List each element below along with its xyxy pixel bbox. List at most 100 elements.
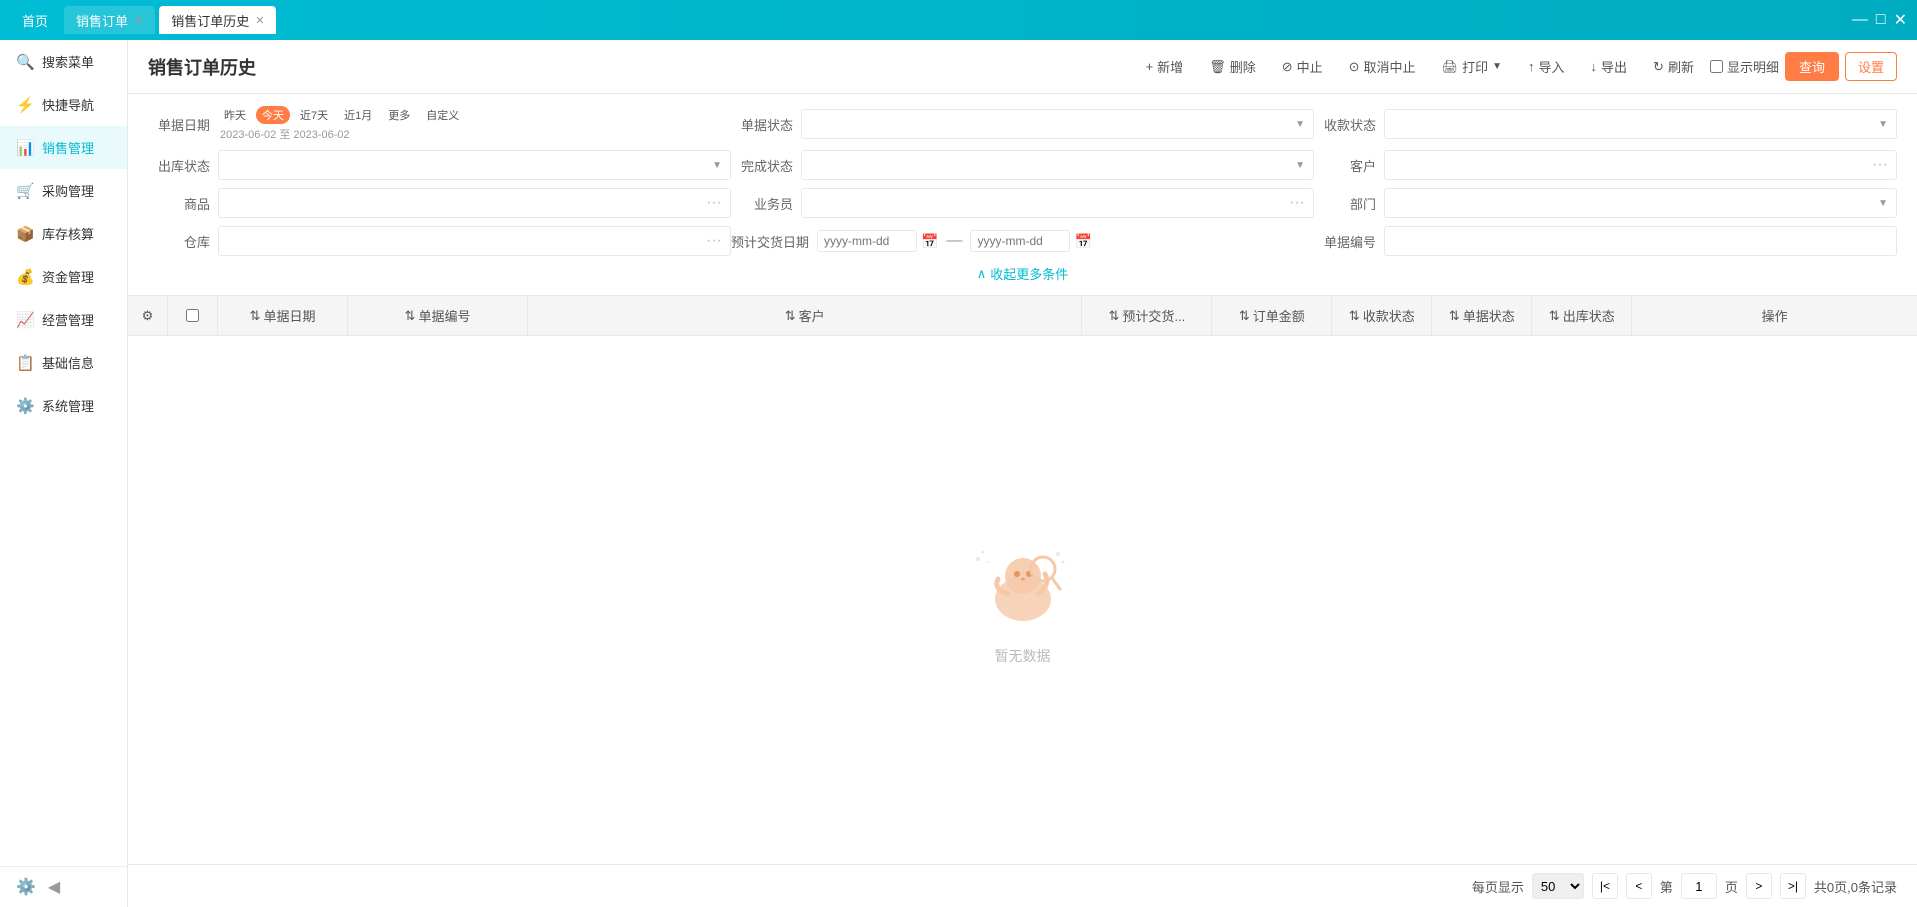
refresh-button[interactable]: ↻ 刷新 [1643,52,1704,81]
th-stock-status: ⇅ 出库状态 [1532,296,1632,335]
sidebar-bottom: ⚙️ ◀ [0,866,127,907]
print-icon: 🖨 [1442,59,1459,75]
first-page-button[interactable]: |< [1592,873,1618,899]
filter-item-stock: 出库状态 ▼ [148,150,731,180]
tab-sales-order[interactable]: 销售订单 ✕ [64,6,155,34]
sort-delivery-icon[interactable]: ⇅ [1108,308,1119,324]
date-option-more[interactable]: 更多 [382,106,416,124]
sidebar: 🔍 搜索菜单 ⚡ 快捷导航 📊 销售管理 🛒 采购管理 📦 库存核算 💰 资金管… [0,40,128,907]
date-option-custom[interactable]: 自定义 [420,106,465,124]
filter-row-1: 单据日期 昨天 今天 近7天 近1月 更多 自定义 2023-06-02 至 2… [148,106,1897,142]
complete-status-select[interactable]: ▼ [801,150,1314,180]
sidebar-item-system[interactable]: ⚙️ 系统管理 [0,384,127,427]
empty-illustration [963,534,1083,634]
bill-no-input[interactable] [1384,226,1897,256]
window-close-icon[interactable]: ✕ [1894,10,1907,30]
page-label-suffix: 页 [1725,877,1738,896]
goods-dots-icon: ··· [706,194,722,212]
delete-button[interactable]: 🗑 删除 [1199,52,1266,81]
sort-payment-icon[interactable]: ⇅ [1349,308,1360,324]
print-button[interactable]: 🖨 打印 ▼ [1432,52,1512,81]
customer-input[interactable]: ··· [1384,150,1897,180]
th-bill-status: ⇅ 单据状态 [1432,296,1532,335]
sidebar-item-sales[interactable]: 📊 销售管理 [0,126,127,169]
sort-stock-icon[interactable]: ⇅ [1549,308,1560,324]
filter-row-2: 出库状态 ▼ 完成状态 ▼ 客户 ··· [148,150,1897,180]
add-button[interactable]: + 新增 [1136,52,1194,81]
sidebar-item-inventory[interactable]: 📦 库存核算 [0,212,127,255]
sort-status-icon[interactable]: ⇅ [1449,308,1460,324]
filter-area: 单据日期 昨天 今天 近7天 近1月 更多 自定义 2023-06-02 至 2… [128,94,1917,296]
date-option-yesterday[interactable]: 昨天 [218,106,252,124]
table-area: ⚙ ⇅ 单据日期 ⇅ 单据编号 ⇅ 客户 ⇅ [128,296,1917,864]
sidebar-item-search-menu[interactable]: 🔍 搜索菜单 [0,40,127,83]
sales-icon: 📊 [16,139,34,157]
stock-out-label: 出库状态 [148,156,218,175]
th-payment-status: ⇅ 收款状态 [1332,296,1432,335]
delivery-date-end-input[interactable] [970,230,1070,252]
close-sales-order-tab[interactable]: ✕ [134,14,143,27]
filter-item-customer: 客户 ··· [1314,150,1897,180]
next-page-button[interactable]: > [1746,873,1772,899]
sort-amount-icon[interactable]: ⇅ [1239,308,1250,324]
department-select[interactable]: ▼ [1384,188,1897,218]
bill-no-label: 单据编号 [1314,232,1384,251]
window-minimize-icon[interactable]: — [1852,11,1868,29]
filter-row-3: 商品 ··· 业务员 ··· 部门 ▼ [148,188,1897,218]
th-settings[interactable]: ⚙ [128,296,168,335]
refresh-icon: ↻ [1653,59,1664,75]
sort-date-icon[interactable]: ⇅ [250,308,261,324]
show-detail-checkbox[interactable] [1710,60,1723,73]
date-option-today[interactable]: 今天 [256,106,290,124]
delivery-date-start-input[interactable] [817,230,917,252]
page-title: 销售订单历史 [148,54,256,80]
date-option-1month[interactable]: 近1月 [338,106,378,124]
filter-item-warehouse: 仓库 ··· [148,226,731,256]
import-button[interactable]: ↑ 导入 [1518,52,1575,81]
per-page-select[interactable]: 50 100 200 [1532,873,1584,899]
goods-input[interactable]: ··· [218,188,731,218]
import-icon: ↑ [1528,59,1535,74]
operations-icon: 📈 [16,311,34,329]
sidebar-item-quick-nav[interactable]: ⚡ 快捷导航 [0,83,127,126]
sidebar-item-purchase[interactable]: 🛒 采购管理 [0,169,127,212]
close-history-tab[interactable]: ✕ [255,14,264,27]
collapse-row[interactable]: ∧ 收起更多条件 [148,264,1897,283]
page-label-prefix: 第 [1660,877,1673,896]
sidebar-item-base-info[interactable]: 📋 基础信息 [0,341,127,384]
filter-item-goods: 商品 ··· [148,188,731,218]
tab-home[interactable]: 首页 [10,6,60,34]
table-settings-icon[interactable]: ⚙ [142,308,154,324]
prev-page-button[interactable]: < [1626,873,1652,899]
salesman-label: 业务员 [731,194,801,213]
page-input[interactable] [1681,873,1717,899]
calendar-end-icon: 📅 [1074,233,1091,250]
query-button[interactable]: 查询 [1785,52,1839,81]
bill-status-select[interactable]: ▼ [801,109,1314,139]
tab-sales-order-history[interactable]: 销售订单历史 ✕ [159,6,276,34]
window-maximize-icon[interactable]: □ [1876,11,1886,29]
sidebar-settings-icon[interactable]: ⚙️ [16,877,36,897]
payment-status-select[interactable]: ▼ [1384,109,1897,139]
last-page-button[interactable]: >| [1780,873,1806,899]
settings-button[interactable]: 设置 [1845,52,1897,81]
department-arrow-icon: ▼ [1878,198,1888,209]
salesman-input[interactable]: ··· [801,188,1314,218]
sidebar-collapse-icon[interactable]: ◀ [48,877,60,897]
page-header: 销售订单历史 + 新增 🗑 删除 ⊘ 中止 ⊙ 取消中止 [128,40,1917,94]
select-all-checkbox[interactable] [186,309,199,322]
print-dropdown-icon: ▼ [1492,61,1502,72]
warehouse-input[interactable]: ··· [218,226,731,256]
date-group: 昨天 今天 近7天 近1月 更多 自定义 2023-06-02 至 2023-0… [218,106,731,142]
export-button[interactable]: ↓ 导出 [1581,52,1638,81]
stock-out-select[interactable]: ▼ [218,150,731,180]
cancel-stop-button[interactable]: ⊙ 取消中止 [1339,52,1426,81]
sort-customer-icon[interactable]: ⇅ [785,308,796,324]
sort-no-icon[interactable]: ⇅ [405,308,416,324]
stop-button[interactable]: ⊘ 中止 [1272,52,1333,81]
th-date: ⇅ 单据日期 [218,296,348,335]
system-icon: ⚙️ [16,397,34,415]
date-option-7days[interactable]: 近7天 [294,106,334,124]
sidebar-item-operations[interactable]: 📈 经营管理 [0,298,127,341]
sidebar-item-finance[interactable]: 💰 资金管理 [0,255,127,298]
